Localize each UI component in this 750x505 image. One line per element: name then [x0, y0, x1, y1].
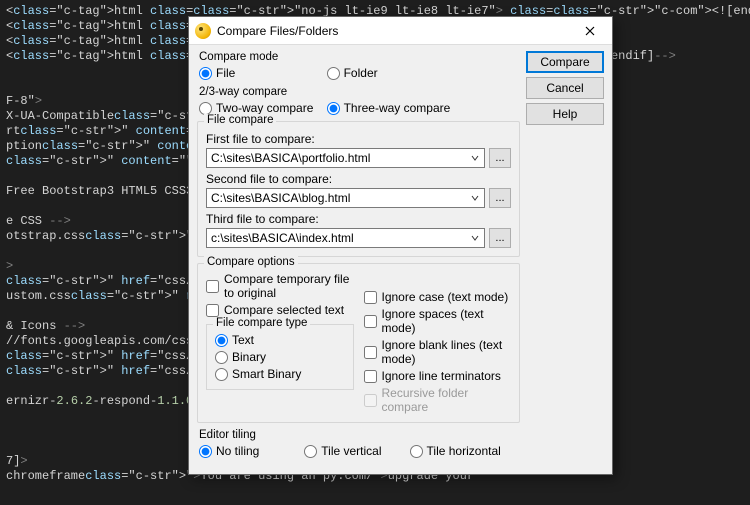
second-file-input[interactable] [206, 188, 485, 208]
app-icon [195, 23, 211, 39]
first-file-input[interactable] [206, 148, 485, 168]
tiling-vert-radio[interactable]: Tile vertical [304, 444, 409, 458]
first-file-label: First file to compare: [206, 132, 511, 146]
cancel-button[interactable]: Cancel [526, 77, 604, 99]
opt-selected-text[interactable]: Compare selected text [206, 303, 354, 317]
third-file-browse[interactable]: ... [489, 228, 511, 248]
help-button[interactable]: Help [526, 103, 604, 125]
close-icon [585, 26, 595, 36]
compare-dialog: Compare Files/Folders Compare mode File … [188, 16, 613, 475]
three-way-radio[interactable]: Three-way compare [327, 101, 455, 115]
opt-recursive: Recursive folder compare [364, 386, 512, 414]
third-file-input[interactable] [206, 228, 485, 248]
file-compare-group: File compare First file to compare: ... … [197, 121, 520, 257]
opt-temp-original[interactable]: Compare temporary file to original [206, 272, 354, 300]
two-way-radio[interactable]: Two-way compare [199, 101, 327, 115]
compare-mode-group: Compare mode File Folder [197, 51, 520, 80]
type-text-radio[interactable]: Text [215, 333, 345, 347]
third-file-label: Third file to compare: [206, 212, 511, 226]
way-compare-group: 2/3-way compare Two-way compare Three-wa… [197, 86, 520, 115]
opt-ignore-term[interactable]: Ignore line terminators [364, 369, 512, 383]
mode-file-radio[interactable]: File [199, 66, 327, 80]
mode-folder-radio[interactable]: Folder [327, 66, 455, 80]
type-smart-radio[interactable]: Smart Binary [215, 367, 345, 381]
type-binary-radio[interactable]: Binary [215, 350, 345, 364]
second-file-label: Second file to compare: [206, 172, 511, 186]
editor-tiling-group: Editor tiling No tiling Tile vertical Ti… [197, 429, 520, 458]
tiling-none-radio[interactable]: No tiling [199, 444, 304, 458]
file-compare-type-group: File compare type Text Binary Smart Bina… [206, 324, 354, 390]
dialog-title: Compare Files/Folders [217, 24, 574, 38]
second-file-browse[interactable]: ... [489, 188, 511, 208]
compare-button[interactable]: Compare [526, 51, 604, 73]
titlebar: Compare Files/Folders [189, 17, 612, 45]
opt-ignore-case[interactable]: Ignore case (text mode) [364, 290, 512, 304]
opt-ignore-spaces[interactable]: Ignore spaces (text mode) [364, 307, 512, 335]
opt-ignore-blank[interactable]: Ignore blank lines (text mode) [364, 338, 512, 366]
compare-options-group: Compare options Compare temporary file t… [197, 263, 520, 423]
tiling-horiz-radio[interactable]: Tile horizontal [410, 444, 515, 458]
first-file-browse[interactable]: ... [489, 148, 511, 168]
close-button[interactable] [574, 20, 606, 42]
